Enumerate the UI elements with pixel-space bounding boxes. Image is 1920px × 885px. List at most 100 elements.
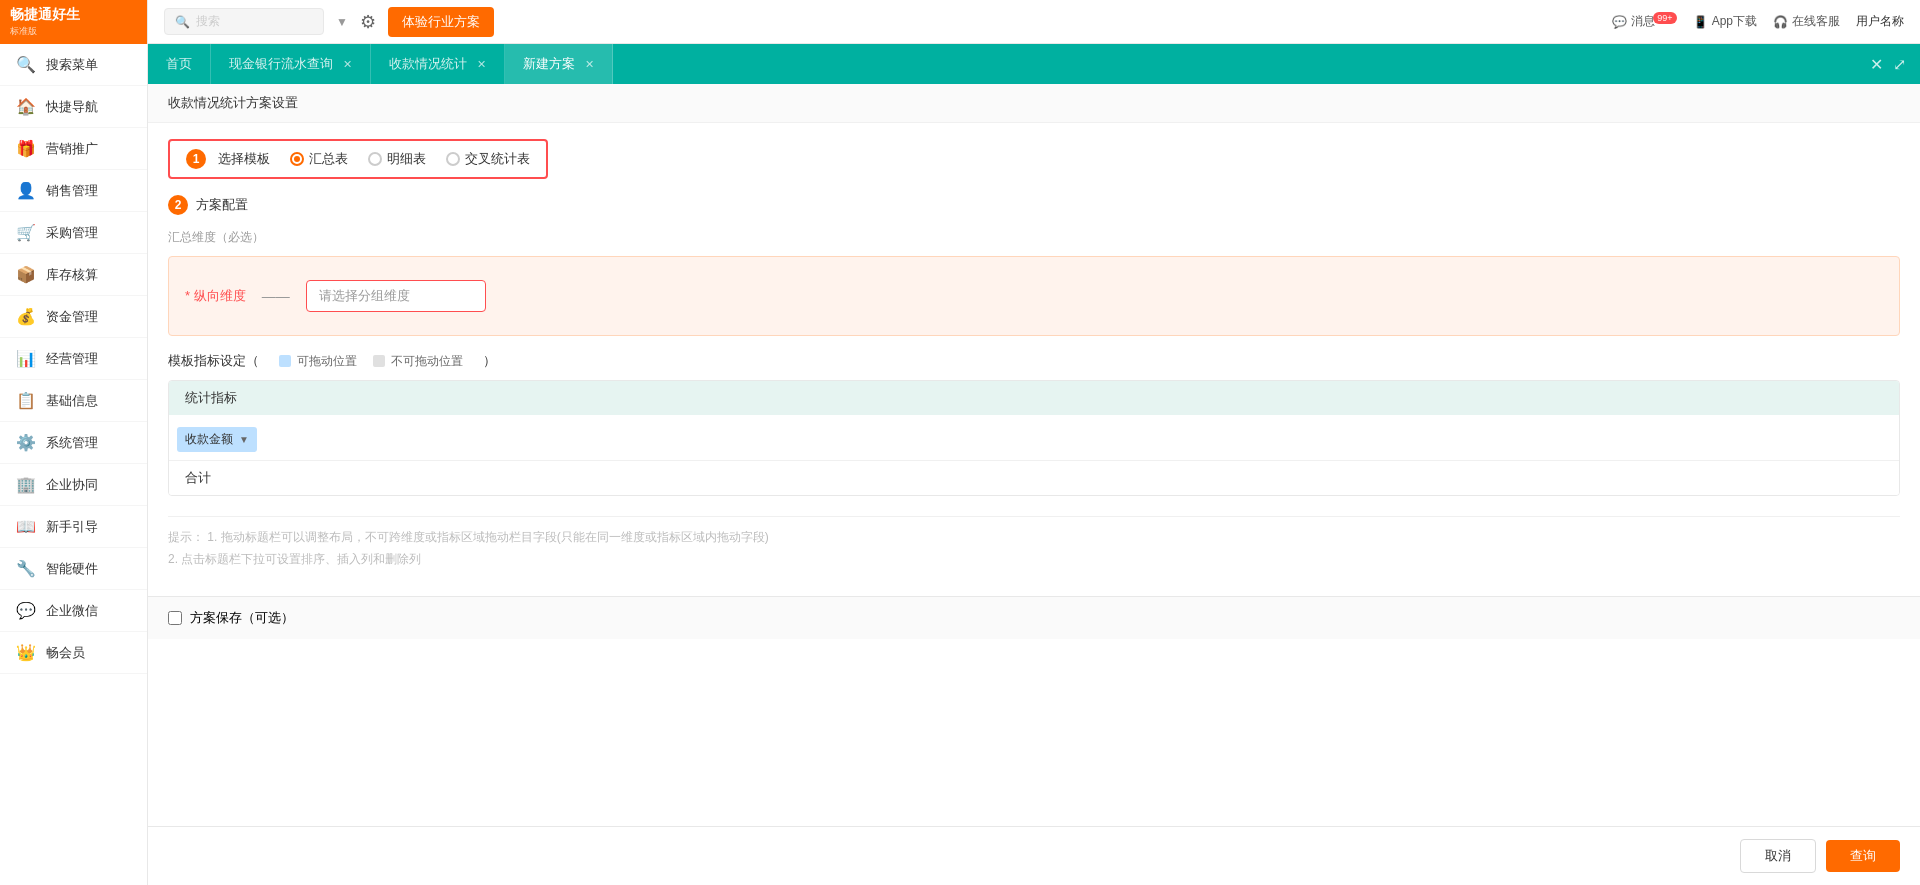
sidebar-item-purchase[interactable]: 🛒 采购管理 bbox=[0, 212, 147, 254]
metrics-header: 模板指标设定（ 可拖动位置 不可拖动位置 ） bbox=[168, 352, 1900, 370]
sidebar-item-guide[interactable]: 📖 新手引导 bbox=[0, 506, 147, 548]
download-item[interactable]: 📱 App下载 bbox=[1693, 13, 1757, 30]
save-checkbox[interactable] bbox=[168, 611, 182, 625]
sidebar-item-system[interactable]: ⚙️ 系统管理 bbox=[0, 422, 147, 464]
metrics-table-header: 统计指标 bbox=[169, 381, 1899, 415]
metrics-col-row: 收款金额 ▼ bbox=[169, 415, 1899, 460]
sidebar-item-label: 畅会员 bbox=[46, 644, 85, 662]
metrics-section: 模板指标设定（ 可拖动位置 不可拖动位置 ） bbox=[168, 352, 1900, 496]
sidebar-item-inventory[interactable]: 📦 库存核算 bbox=[0, 254, 147, 296]
sidebar-item-finance[interactable]: 💰 资金管理 bbox=[0, 296, 147, 338]
legend-gray-dot bbox=[373, 355, 385, 367]
metrics-title: 模板指标设定（ bbox=[168, 352, 259, 370]
logo-text: 畅捷通好生 bbox=[10, 6, 80, 24]
sidebar-item-label: 搜索菜单 bbox=[46, 56, 98, 74]
save-label: 方案保存（可选） bbox=[190, 609, 294, 627]
sidebar-item-label: 库存核算 bbox=[46, 266, 98, 284]
tab-receipt-stats[interactable]: 收款情况统计 ✕ bbox=[371, 44, 505, 84]
tab-bar: 首页 现金银行流水查询 ✕ 收款情况统计 ✕ 新建方案 ✕ ✕ ⤢ bbox=[148, 44, 1920, 84]
sidebar-item-operations[interactable]: 📊 经营管理 bbox=[0, 338, 147, 380]
sidebar-item-sales[interactable]: 👤 销售管理 bbox=[0, 170, 147, 212]
tab-bank-flow[interactable]: 现金银行流水查询 ✕ bbox=[211, 44, 371, 84]
radio-dot-summary bbox=[290, 152, 304, 166]
save-section: 方案保存（可选） bbox=[148, 596, 1920, 639]
row-label: * 纵向维度 bbox=[185, 287, 246, 305]
sidebar-item-search-menu[interactable]: 🔍 搜索菜单 bbox=[0, 44, 147, 86]
header: 🔍 搜索 ▼ ⚙ 体验行业方案 💬 消息 99+ 📱 App下载 🎧 在线客服 … bbox=[148, 0, 1920, 44]
sidebar-item-basic-info[interactable]: 📋 基础信息 bbox=[0, 380, 147, 422]
metrics-col-item[interactable]: 收款金额 ▼ bbox=[177, 427, 257, 452]
notification-label: 消息 bbox=[1631, 13, 1655, 30]
chat-icon: 💬 bbox=[16, 601, 36, 620]
sidebar-item-wechat[interactable]: 💬 企业微信 bbox=[0, 590, 147, 632]
sidebar-item-member[interactable]: 👑 畅会员 bbox=[0, 632, 147, 674]
cancel-button[interactable]: 取消 bbox=[1740, 839, 1816, 873]
form-section: 1 选择模板 汇总表 明细表 bbox=[148, 123, 1920, 596]
radio-detail[interactable]: 明细表 bbox=[368, 150, 426, 168]
template-radio-group: 汇总表 明细表 交叉统计表 bbox=[290, 150, 530, 168]
home-icon: 🏠 bbox=[16, 97, 36, 116]
chart-icon: 📊 bbox=[16, 349, 36, 368]
radio-summary[interactable]: 汇总表 bbox=[290, 150, 348, 168]
download-icon: 📱 bbox=[1693, 15, 1708, 29]
dimension-grid: * 纵向维度 —— 请选择分组维度 bbox=[168, 256, 1900, 336]
tab-bar-controls: ✕ ⤢ bbox=[1870, 55, 1920, 74]
sidebar-item-quick-nav[interactable]: 🏠 快捷导航 bbox=[0, 86, 147, 128]
crown-icon: 👑 bbox=[16, 643, 36, 662]
sidebar-item-label: 经营管理 bbox=[46, 350, 98, 368]
search-menu-icon: 🔍 bbox=[16, 55, 36, 74]
user-icon: 👤 bbox=[16, 181, 36, 200]
gift-icon: 🎁 bbox=[16, 139, 36, 158]
user-name: 用户名称 bbox=[1856, 13, 1904, 30]
query-button[interactable]: 查询 bbox=[1826, 840, 1900, 872]
header-actions: 💬 消息 99+ 📱 App下载 🎧 在线客服 用户名称 bbox=[1612, 13, 1904, 30]
download-label: App下载 bbox=[1712, 13, 1757, 30]
box-icon: 📦 bbox=[16, 265, 36, 284]
footer-buttons: 取消 查询 bbox=[148, 826, 1920, 885]
dimension-title: 汇总维度（必选） bbox=[168, 229, 1900, 246]
sidebar-item-label: 营销推广 bbox=[46, 140, 98, 158]
sidebar-item-label: 系统管理 bbox=[46, 434, 98, 452]
main-area: 🔍 搜索 ▼ ⚙ 体验行业方案 💬 消息 99+ 📱 App下载 🎧 在线客服 … bbox=[148, 0, 1920, 885]
radio-dot-detail bbox=[368, 152, 382, 166]
sidebar-item-enterprise[interactable]: 🏢 企业协同 bbox=[0, 464, 147, 506]
step2-badge: 2 bbox=[168, 195, 188, 215]
legend-blue-dot bbox=[279, 355, 291, 367]
content-area: 收款情况统计方案设置 1 选择模板 汇总表 bbox=[148, 84, 1920, 826]
service-icon: 🎧 bbox=[1773, 15, 1788, 29]
clipboard-icon: 📋 bbox=[16, 391, 36, 410]
industry-btn[interactable]: 体验行业方案 bbox=[388, 7, 494, 37]
step2-label: 方案配置 bbox=[196, 196, 248, 214]
dimension-select[interactable]: 请选择分组维度 bbox=[306, 280, 486, 312]
search-box[interactable]: 🔍 搜索 bbox=[164, 8, 324, 35]
tab-close-btn[interactable]: ✕ bbox=[1870, 55, 1883, 74]
radio-cross[interactable]: 交叉统计表 bbox=[446, 150, 530, 168]
metrics-sub-row: 合计 bbox=[169, 460, 1899, 495]
tab-new-plan[interactable]: 新建方案 ✕ bbox=[505, 44, 613, 84]
service-item[interactable]: 🎧 在线客服 bbox=[1773, 13, 1840, 30]
notification-item[interactable]: 💬 消息 99+ bbox=[1612, 13, 1676, 30]
book-icon: 📖 bbox=[16, 517, 36, 536]
radio-dot-cross bbox=[446, 152, 460, 166]
settings-button[interactable]: ⚙ bbox=[360, 11, 376, 33]
dropdown-arrow-icon: ▼ bbox=[336, 15, 348, 29]
sidebar: 畅捷通好生 标准版 🔍 搜索菜单 🏠 快捷导航 🎁 营销推广 👤 销售管理 🛒 … bbox=[0, 0, 148, 885]
page-content: 收款情况统计方案设置 1 选择模板 汇总表 bbox=[148, 84, 1920, 826]
sidebar-item-label: 企业微信 bbox=[46, 602, 98, 620]
metrics-legend: 可拖动位置 不可拖动位置 bbox=[279, 353, 463, 370]
tab-close-bank-flow[interactable]: ✕ bbox=[343, 58, 352, 71]
service-label: 在线客服 bbox=[1792, 13, 1840, 30]
search-icon: 🔍 bbox=[175, 15, 190, 29]
sidebar-item-label: 企业协同 bbox=[46, 476, 98, 494]
tab-home[interactable]: 首页 bbox=[148, 44, 211, 84]
sidebar-item-marketing[interactable]: 🎁 营销推广 bbox=[0, 128, 147, 170]
sidebar-item-label: 新手引导 bbox=[46, 518, 98, 536]
legend-non-draggable: 不可拖动位置 bbox=[373, 353, 463, 370]
tab-close-new-plan[interactable]: ✕ bbox=[585, 58, 594, 71]
sidebar-item-label: 资金管理 bbox=[46, 308, 98, 326]
tip-1: 提示： 1. 拖动标题栏可以调整布局，不可跨维度或指标区域拖动栏目字段(只能在同… bbox=[168, 527, 1900, 549]
message-icon: 💬 bbox=[1612, 15, 1627, 29]
tab-close-receipt-stats[interactable]: ✕ bbox=[477, 58, 486, 71]
tab-expand-btn[interactable]: ⤢ bbox=[1893, 55, 1906, 74]
sidebar-item-hardware[interactable]: 🔧 智能硬件 bbox=[0, 548, 147, 590]
